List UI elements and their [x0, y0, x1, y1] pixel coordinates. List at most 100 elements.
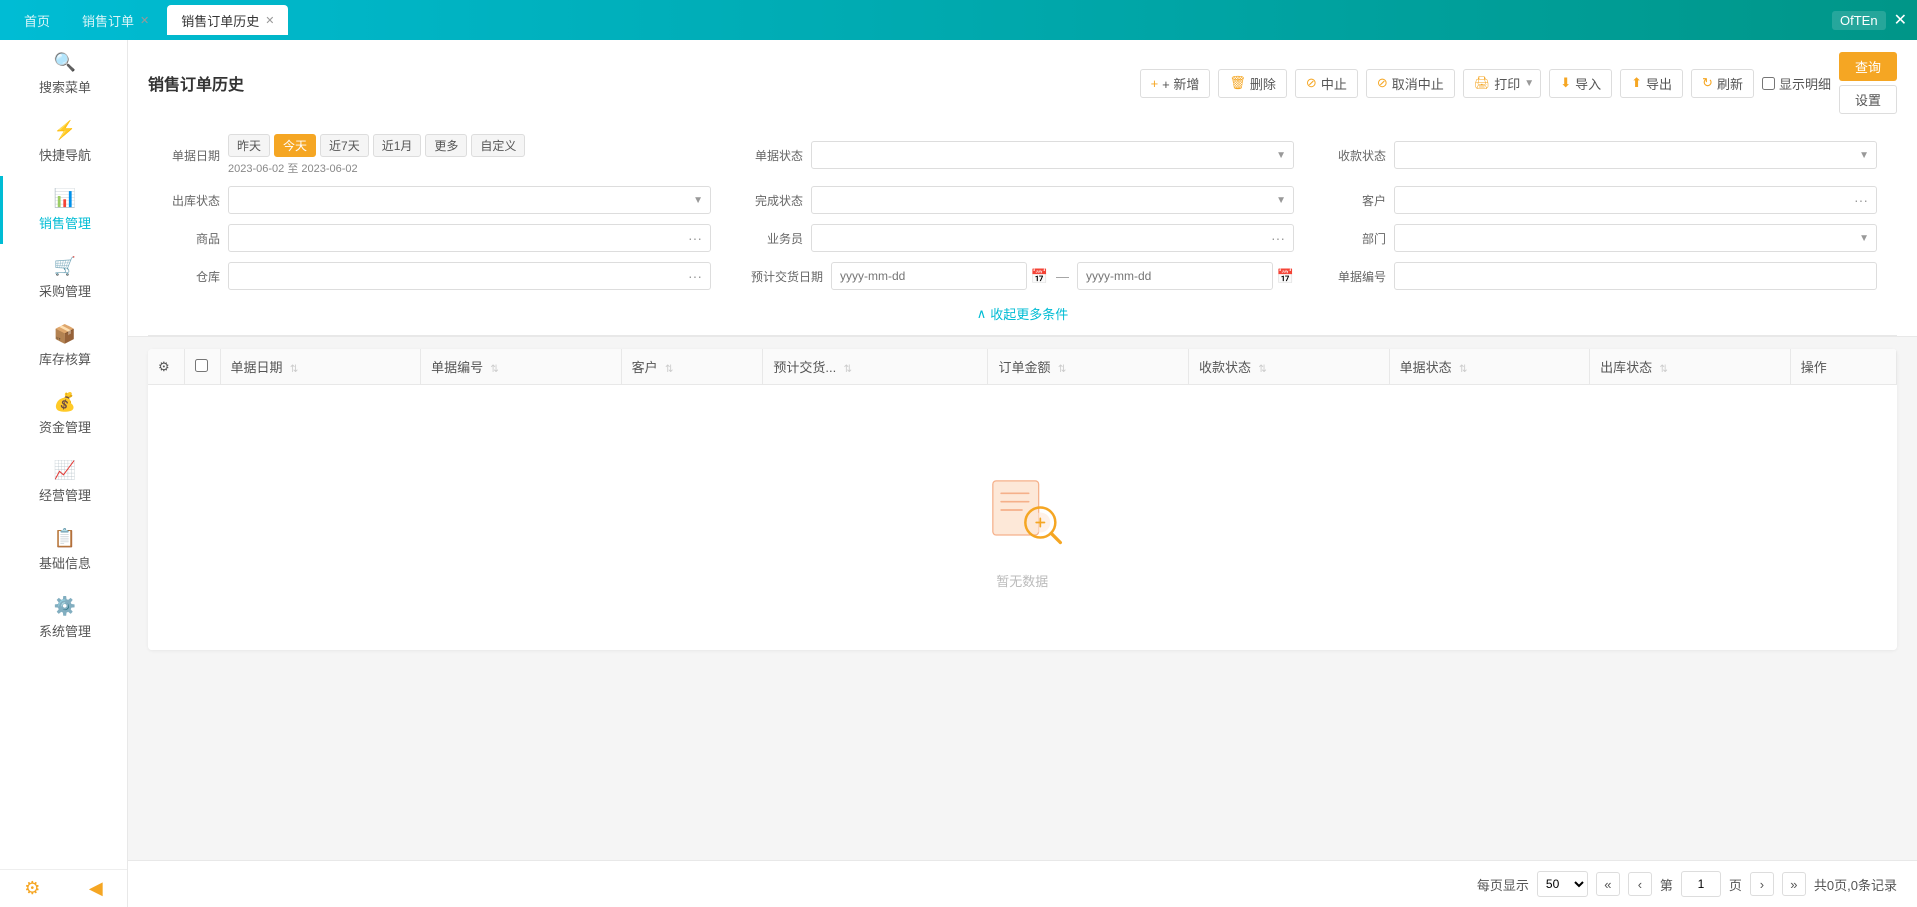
th-expected-delivery[interactable]: 预计交货... ⇅	[763, 349, 988, 385]
th-settings[interactable]: ⚙	[148, 349, 184, 385]
close-sales-history-icon[interactable]: ✕	[265, 14, 274, 27]
outbound-status-select[interactable]	[228, 186, 711, 214]
payment-status-select[interactable]	[1394, 141, 1877, 169]
th-payment-status[interactable]: 收款状态 ⇅	[1189, 349, 1390, 385]
toolbar: + + 新增 🗑 删除 ⊘ 中止 ⊘ 取消中止	[1140, 52, 1897, 114]
tab-list: 首页 销售订单 ✕ 销售订单历史 ✕	[10, 5, 1832, 35]
th-payment-status-sort-icon[interactable]: ⇅	[1258, 364, 1266, 375]
sidebar-item-inventory[interactable]: 📦 库存核算	[0, 312, 127, 380]
date-tag-7days[interactable]: 近7天	[320, 134, 369, 157]
calendar-start-icon[interactable]: 📅	[1031, 268, 1048, 285]
sidebar-item-purchase[interactable]: 🛒 采购管理	[0, 244, 127, 312]
sidebar-settings-icon[interactable]: ⚙	[24, 878, 40, 899]
cancel-stop-button[interactable]: ⊘ 取消中止	[1366, 69, 1455, 98]
refresh-button[interactable]: ↻ 刷新	[1691, 69, 1754, 98]
display-detail-input[interactable]	[1762, 77, 1775, 90]
topbar-right: OfTEn ✕	[1832, 10, 1907, 30]
tab-sales-order[interactable]: 销售订单 ✕	[68, 5, 163, 35]
data-table: ⚙ 单据日期 ⇅ 单据编号 ⇅	[148, 349, 1897, 650]
date-tag-more[interactable]: 更多	[425, 134, 467, 157]
page-label: 第	[1660, 875, 1673, 894]
sidebar-item-system[interactable]: ⚙️ 系统管理	[0, 584, 127, 652]
th-order-no[interactable]: 单据编号 ⇅	[421, 349, 622, 385]
dept-select[interactable]	[1394, 224, 1877, 252]
order-status-label: 单据状态	[751, 147, 811, 164]
customer-label: 客户	[1334, 192, 1394, 209]
sidebar-item-inventory-label: 库存核算	[39, 349, 91, 368]
sidebar-item-operations[interactable]: 📈 经营管理	[0, 448, 127, 516]
goods-input[interactable]: ···	[228, 224, 711, 252]
select-all-checkbox[interactable]	[195, 359, 208, 372]
sidebar-item-sales[interactable]: 📊 销售管理	[0, 176, 127, 244]
expected-date-start[interactable]	[831, 262, 1027, 290]
import-button[interactable]: ⬇ 导入	[1549, 69, 1612, 98]
query-button[interactable]: 查询	[1839, 52, 1897, 81]
settings-icon[interactable]: ⚙	[158, 359, 170, 374]
expected-date-end[interactable]	[1077, 262, 1273, 290]
th-amount-sort-icon[interactable]: ⇅	[1058, 364, 1066, 375]
page-number-input[interactable]	[1681, 871, 1721, 897]
collapse-row[interactable]: ∧ 收起更多条件	[168, 300, 1877, 325]
filter-salesperson: 业务员 ···	[751, 224, 1294, 252]
sidebar-collapse-icon[interactable]: ◀	[89, 878, 103, 899]
th-customer-sort-icon[interactable]: ⇅	[665, 364, 673, 375]
date-tag-today[interactable]: 今天	[274, 134, 316, 157]
th-order-status[interactable]: 单据状态 ⇅	[1389, 349, 1590, 385]
th-order-no-sort-icon[interactable]: ⇅	[490, 364, 498, 375]
tab-sales-history[interactable]: 销售订单历史 ✕	[167, 5, 288, 35]
payment-status-select-wrap: ▼	[1394, 141, 1877, 169]
export-button[interactable]: ⬆ 导出	[1620, 69, 1683, 98]
order-no-input[interactable]	[1394, 262, 1877, 290]
th-date-sort-icon[interactable]: ⇅	[290, 364, 298, 375]
sidebar-item-search[interactable]: 🔍 搜索菜单	[0, 40, 127, 108]
sidebar-item-finance[interactable]: 💰 资金管理	[0, 380, 127, 448]
sidebar-item-system-label: 系统管理	[39, 621, 91, 640]
th-outbound-status[interactable]: 出库状态 ⇅	[1590, 349, 1791, 385]
print-button[interactable]: 🖨 打印 ▼	[1463, 69, 1541, 98]
calendar-end-icon[interactable]: 📅	[1277, 268, 1294, 285]
th-amount[interactable]: 订单金额 ⇅	[988, 349, 1189, 385]
set-button[interactable]: 设置	[1839, 85, 1897, 114]
complete-status-select[interactable]	[811, 186, 1294, 214]
customer-input[interactable]: ···	[1394, 186, 1877, 214]
th-checkbox[interactable]	[184, 349, 220, 385]
tab-home[interactable]: 首页	[10, 5, 64, 35]
brand-label: OfTEn	[1832, 11, 1886, 30]
table-header-row: ⚙ 单据日期 ⇅ 单据编号 ⇅	[148, 349, 1897, 385]
close-sales-order-icon[interactable]: ✕	[140, 14, 149, 27]
salesperson-input[interactable]: ···	[811, 224, 1294, 252]
payment-status-label: 收款状态	[1334, 147, 1394, 164]
next-page-button[interactable]: ›	[1750, 872, 1774, 896]
cancel-stop-label: 取消中止	[1392, 74, 1444, 93]
delete-button[interactable]: 🗑 删除	[1218, 69, 1287, 98]
filter-customer: 客户 ···	[1334, 186, 1877, 214]
table-body: 暂无数据	[148, 385, 1897, 651]
filter-date: 单据日期 昨天 今天 近7天 近1月 更多 自定义 2023-06-02 至 2…	[168, 134, 711, 176]
date-tag-custom[interactable]: 自定义	[471, 134, 525, 157]
order-status-select[interactable]	[811, 141, 1294, 169]
page-size-select[interactable]: 50 20 100	[1537, 871, 1588, 897]
import-label: 导入	[1575, 74, 1601, 93]
sidebar-item-nav[interactable]: ⚡ 快捷导航	[0, 108, 127, 176]
th-action: 操作	[1790, 349, 1896, 385]
date-tag-1month[interactable]: 近1月	[373, 134, 422, 157]
cancel-stop-icon: ⊘	[1377, 75, 1388, 91]
last-page-button[interactable]: »	[1782, 872, 1806, 896]
main-layout: 🔍 搜索菜单 ⚡ 快捷导航 📊 销售管理 🛒 采购管理 📦 库存核算 💰 资金管…	[0, 40, 1917, 907]
th-customer[interactable]: 客户 ⇅	[621, 349, 763, 385]
first-page-button[interactable]: «	[1596, 872, 1620, 896]
warehouse-input[interactable]: ···	[228, 262, 711, 290]
topbar-close-icon[interactable]: ✕	[1894, 10, 1907, 30]
th-outbound-status-sort-icon[interactable]: ⇅	[1660, 364, 1668, 375]
sidebar-item-basic[interactable]: 📋 基础信息	[0, 516, 127, 584]
stop-button[interactable]: ⊘ 中止	[1295, 69, 1358, 98]
date-tag-yesterday[interactable]: 昨天	[228, 134, 270, 157]
add-button[interactable]: + + 新增	[1140, 69, 1211, 98]
empty-label: 暂无数据	[996, 571, 1048, 590]
th-expected-delivery-sort-icon[interactable]: ⇅	[844, 364, 852, 375]
prev-page-button[interactable]: ‹	[1628, 872, 1652, 896]
filter-row-1: 单据日期 昨天 今天 近7天 近1月 更多 自定义 2023-06-02 至 2…	[168, 134, 1877, 176]
th-order-status-sort-icon[interactable]: ⇅	[1459, 364, 1467, 375]
display-detail-checkbox[interactable]: 显示明细	[1762, 74, 1831, 93]
th-date[interactable]: 单据日期 ⇅	[220, 349, 421, 385]
